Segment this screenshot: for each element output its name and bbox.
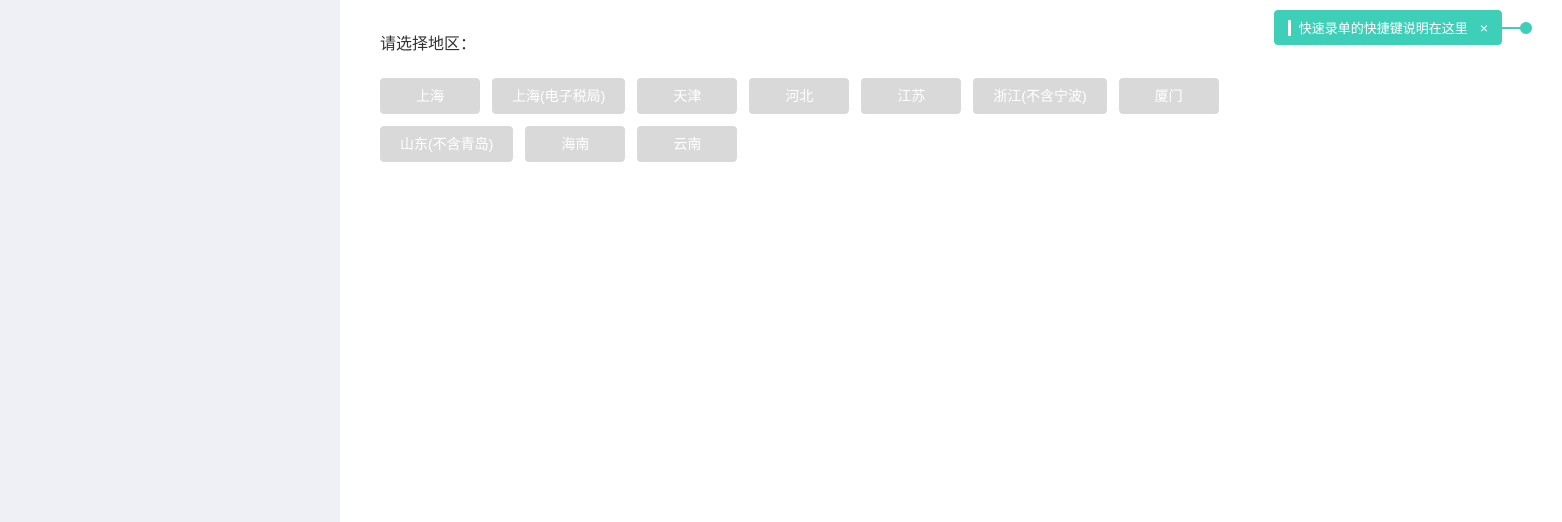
region-row-2: 山东(不含青岛) 海南云南	[380, 126, 1522, 162]
region-button[interactable]: 云南	[637, 126, 737, 162]
tooltip-dot	[1520, 22, 1532, 34]
region-button[interactable]: 厦门	[1119, 78, 1219, 114]
region-button[interactable]: 海南	[525, 126, 625, 162]
region-button[interactable]: 上海	[380, 78, 480, 114]
region-button[interactable]: 河北	[749, 78, 849, 114]
region-button[interactable]: 上海(电子税局)	[492, 78, 625, 114]
region-button[interactable]: 浙江(不含宁波)	[973, 78, 1106, 114]
bar-icon	[1288, 20, 1291, 36]
region-button[interactable]: 天津	[637, 78, 737, 114]
main-content: 请选择地区： 上海上海(电子税局)天津河北江苏浙江(不含宁波)厦门 山东(不含青…	[340, 0, 1562, 522]
tooltip-bar: 快速录单的快捷键说明在这里 ×	[1274, 10, 1502, 45]
region-button[interactable]: 山东(不含青岛)	[380, 126, 513, 162]
tooltip-close-button[interactable]: ×	[1480, 20, 1488, 36]
region-button[interactable]: 江苏	[861, 78, 961, 114]
region-row-1: 上海上海(电子税局) 天津河北江苏浙江(不含宁波) 厦门	[380, 78, 1522, 114]
tooltip-text: 快速录单的快捷键说明在这里	[1299, 18, 1468, 37]
left-sidebar	[0, 0, 340, 522]
tooltip-line	[1502, 27, 1520, 29]
